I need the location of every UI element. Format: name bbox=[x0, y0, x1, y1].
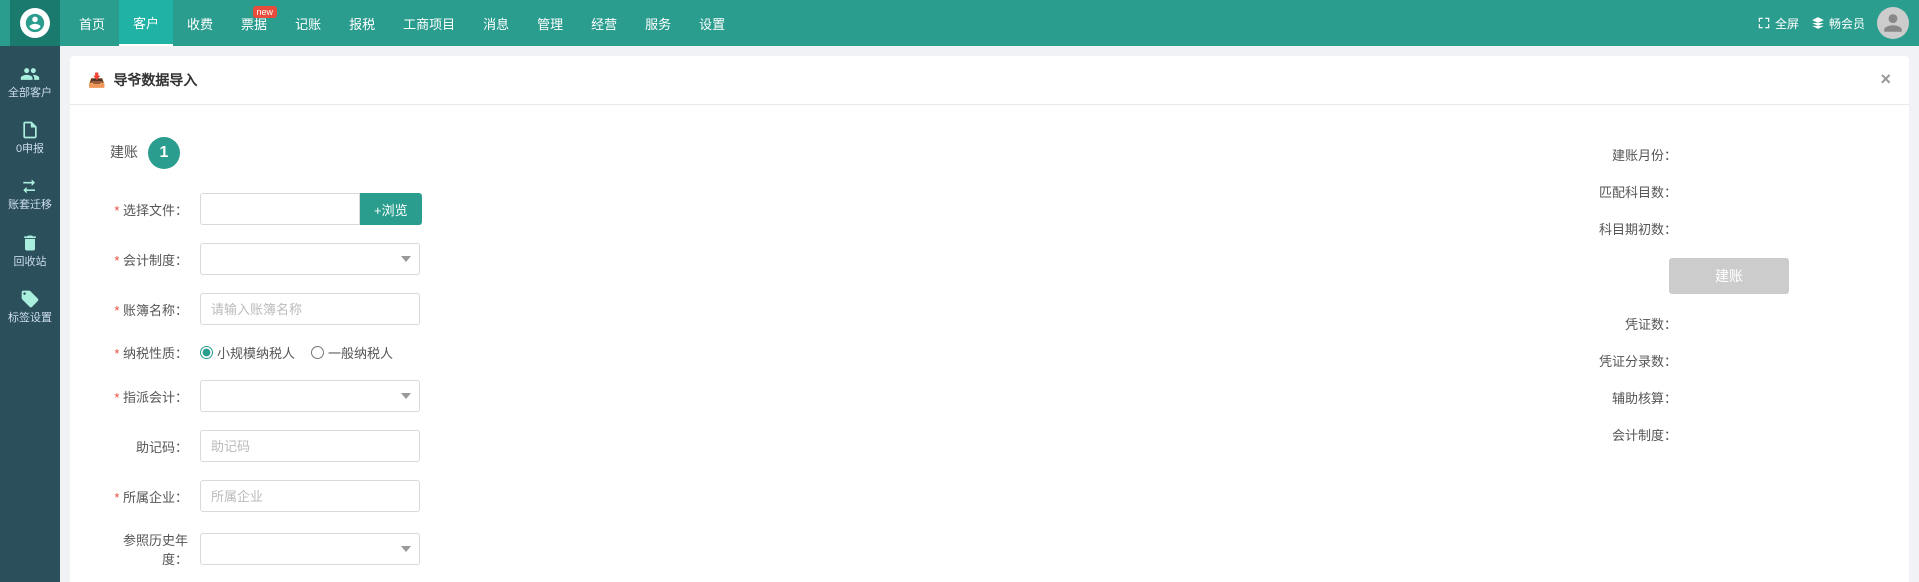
nav-business[interactable]: 工商项目 bbox=[389, 0, 469, 46]
nav-service[interactable]: 服务 bbox=[631, 0, 685, 46]
memo-group: 助记码： bbox=[110, 430, 1529, 462]
new-badge: new bbox=[253, 6, 278, 18]
sidebar-item-tag-settings[interactable]: 标签设置 bbox=[2, 281, 58, 333]
tax-type-group: 纳税性质： 小规模纳税人 一般纳税人 bbox=[110, 343, 1529, 362]
member-btn[interactable]: 畅会员 bbox=[1811, 15, 1865, 32]
tax-general-option[interactable]: 一般纳税人 bbox=[311, 343, 393, 362]
panel-title: 导爷数据导入 bbox=[113, 70, 197, 90]
nav-right: 全屏 畅会员 bbox=[1757, 7, 1909, 39]
sidebar-item-all-customers[interactable]: 全部客户 bbox=[2, 56, 58, 108]
avatar[interactable] bbox=[1877, 7, 1909, 39]
right-voucher-entries-group: 凭证分录数： bbox=[1589, 351, 1869, 370]
file-input[interactable] bbox=[200, 193, 360, 225]
nav-fee[interactable]: 收费 bbox=[173, 0, 227, 46]
sidebar: 全部客户 0申报 账套迁移 回收站 标签设置 bbox=[0, 46, 60, 582]
tax-small-option[interactable]: 小规模纳税人 bbox=[200, 343, 295, 362]
company-group: 所属企业： bbox=[110, 480, 1529, 512]
tax-small-radio[interactable] bbox=[200, 346, 213, 359]
history-year-select[interactable] bbox=[200, 533, 420, 565]
accountant-group: 指派会计： bbox=[110, 380, 1529, 412]
step-number: 1 bbox=[148, 137, 180, 169]
file-select-group: 选择文件： +浏览 bbox=[110, 193, 1529, 225]
memo-label: 助记码： bbox=[110, 437, 200, 456]
sidebar-item-migrate[interactable]: 账套迁移 bbox=[2, 168, 58, 220]
panel-header: 📥 导爷数据导入 × bbox=[70, 56, 1909, 105]
form-left: 建账 1 选择文件： +浏览 bbox=[110, 135, 1529, 582]
ledger-name-label: 账簿名称： bbox=[110, 300, 200, 319]
accounting-system-group: 会计制度： bbox=[110, 243, 1529, 275]
right-match-subject-group: 匹配科目数： bbox=[1589, 182, 1869, 201]
nav-bookkeeping[interactable]: 记账 bbox=[281, 0, 335, 46]
logo-area bbox=[10, 0, 60, 46]
right-voucher-entries-label: 凭证分录数： bbox=[1589, 351, 1689, 370]
accountant-select[interactable] bbox=[200, 380, 420, 412]
sidebar-item-recycle[interactable]: 回收站 bbox=[2, 225, 58, 277]
browse-button[interactable]: +浏览 bbox=[360, 193, 422, 225]
step-label-text: 建账 bbox=[110, 142, 138, 162]
step-row: 建账 1 bbox=[110, 135, 1529, 169]
nav-bar: 首页 客户 收费 票据 new 记账 报税 工商项目 消息 管理 经营 服务 设… bbox=[65, 0, 1757, 46]
build-account-button[interactable]: 建账 bbox=[1669, 258, 1789, 294]
right-month-group: 建账月份： bbox=[1589, 145, 1869, 164]
nav-manage[interactable]: 管理 bbox=[523, 0, 577, 46]
nav-home[interactable]: 首页 bbox=[65, 0, 119, 46]
sidebar-label: 回收站 bbox=[14, 256, 47, 269]
sidebar-label: 账套迁移 bbox=[8, 199, 52, 212]
right-voucher-group: 凭证数： bbox=[1589, 314, 1869, 333]
right-subject-init-group: 科目期初数： bbox=[1589, 219, 1869, 238]
sidebar-item-zero-report[interactable]: 0申报 bbox=[2, 112, 58, 164]
right-aux-accounting-label: 辅助核算： bbox=[1589, 388, 1689, 407]
main-content: 📥 导爷数据导入 × 建账 1 选择文件： bbox=[60, 46, 1919, 582]
right-aux-accounting-group: 辅助核算： bbox=[1589, 388, 1869, 407]
sidebar-label: 标签设置 bbox=[8, 312, 52, 325]
tax-general-label: 一般纳税人 bbox=[328, 343, 393, 362]
right-subject-init-label: 科目期初数： bbox=[1589, 219, 1689, 238]
nav-customer[interactable]: 客户 bbox=[119, 0, 173, 46]
fullscreen-btn[interactable]: 全屏 bbox=[1757, 15, 1799, 32]
accounting-system-label: 会计制度： bbox=[110, 250, 200, 269]
memo-input[interactable] bbox=[200, 430, 420, 462]
history-year-label: 参照历史年度： bbox=[110, 530, 200, 568]
right-voucher-label: 凭证数： bbox=[1589, 314, 1689, 333]
tax-general-radio[interactable] bbox=[311, 346, 324, 359]
close-button[interactable]: × bbox=[1880, 70, 1891, 88]
form-layout: 建账 1 选择文件： +浏览 bbox=[110, 135, 1869, 582]
accountant-label: 指派会计： bbox=[110, 387, 200, 406]
right-month-label: 建账月份： bbox=[1589, 145, 1689, 164]
sidebar-label: 全部客户 bbox=[8, 87, 52, 100]
right-accounting-system-label: 会计制度： bbox=[1589, 425, 1689, 444]
ledger-name-input[interactable] bbox=[200, 293, 420, 325]
nav-message[interactable]: 消息 bbox=[469, 0, 523, 46]
company-label: 所属企业： bbox=[110, 487, 200, 506]
logo-icon bbox=[20, 8, 50, 38]
tax-type-radios: 小规模纳税人 一般纳税人 bbox=[200, 343, 393, 362]
top-nav: 首页 客户 收费 票据 new 记账 报税 工商项目 消息 管理 经营 服务 设… bbox=[0, 0, 1919, 46]
nav-tax[interactable]: 报税 bbox=[335, 0, 389, 46]
tax-type-label: 纳税性质： bbox=[110, 343, 200, 362]
file-row: +浏览 bbox=[200, 193, 422, 225]
tax-small-label: 小规模纳税人 bbox=[217, 343, 295, 362]
panel-body: 建账 1 选择文件： +浏览 bbox=[70, 105, 1909, 582]
right-accounting-system-group: 会计制度： bbox=[1589, 425, 1869, 444]
import-icon: 📥 bbox=[88, 72, 105, 89]
nav-invoice[interactable]: 票据 new bbox=[227, 0, 281, 46]
accounting-system-select[interactable] bbox=[200, 243, 420, 275]
import-panel: 📥 导爷数据导入 × 建账 1 选择文件： bbox=[70, 56, 1909, 582]
right-match-subject-label: 匹配科目数： bbox=[1589, 182, 1689, 201]
sidebar-label: 0申报 bbox=[16, 143, 44, 156]
file-label: 选择文件： bbox=[110, 200, 200, 219]
layout: 全部客户 0申报 账套迁移 回收站 标签设置 📥 导爷数据导入 × bbox=[0, 46, 1919, 582]
nav-settings[interactable]: 设置 bbox=[685, 0, 739, 46]
form-right: 建账月份： 匹配科目数： 科目期初数： 建账 bbox=[1589, 135, 1869, 582]
history-year-group: 参照历史年度： bbox=[110, 530, 1529, 568]
ledger-name-group: 账簿名称： bbox=[110, 293, 1529, 325]
nav-operation[interactable]: 经营 bbox=[577, 0, 631, 46]
company-input[interactable] bbox=[200, 480, 420, 512]
